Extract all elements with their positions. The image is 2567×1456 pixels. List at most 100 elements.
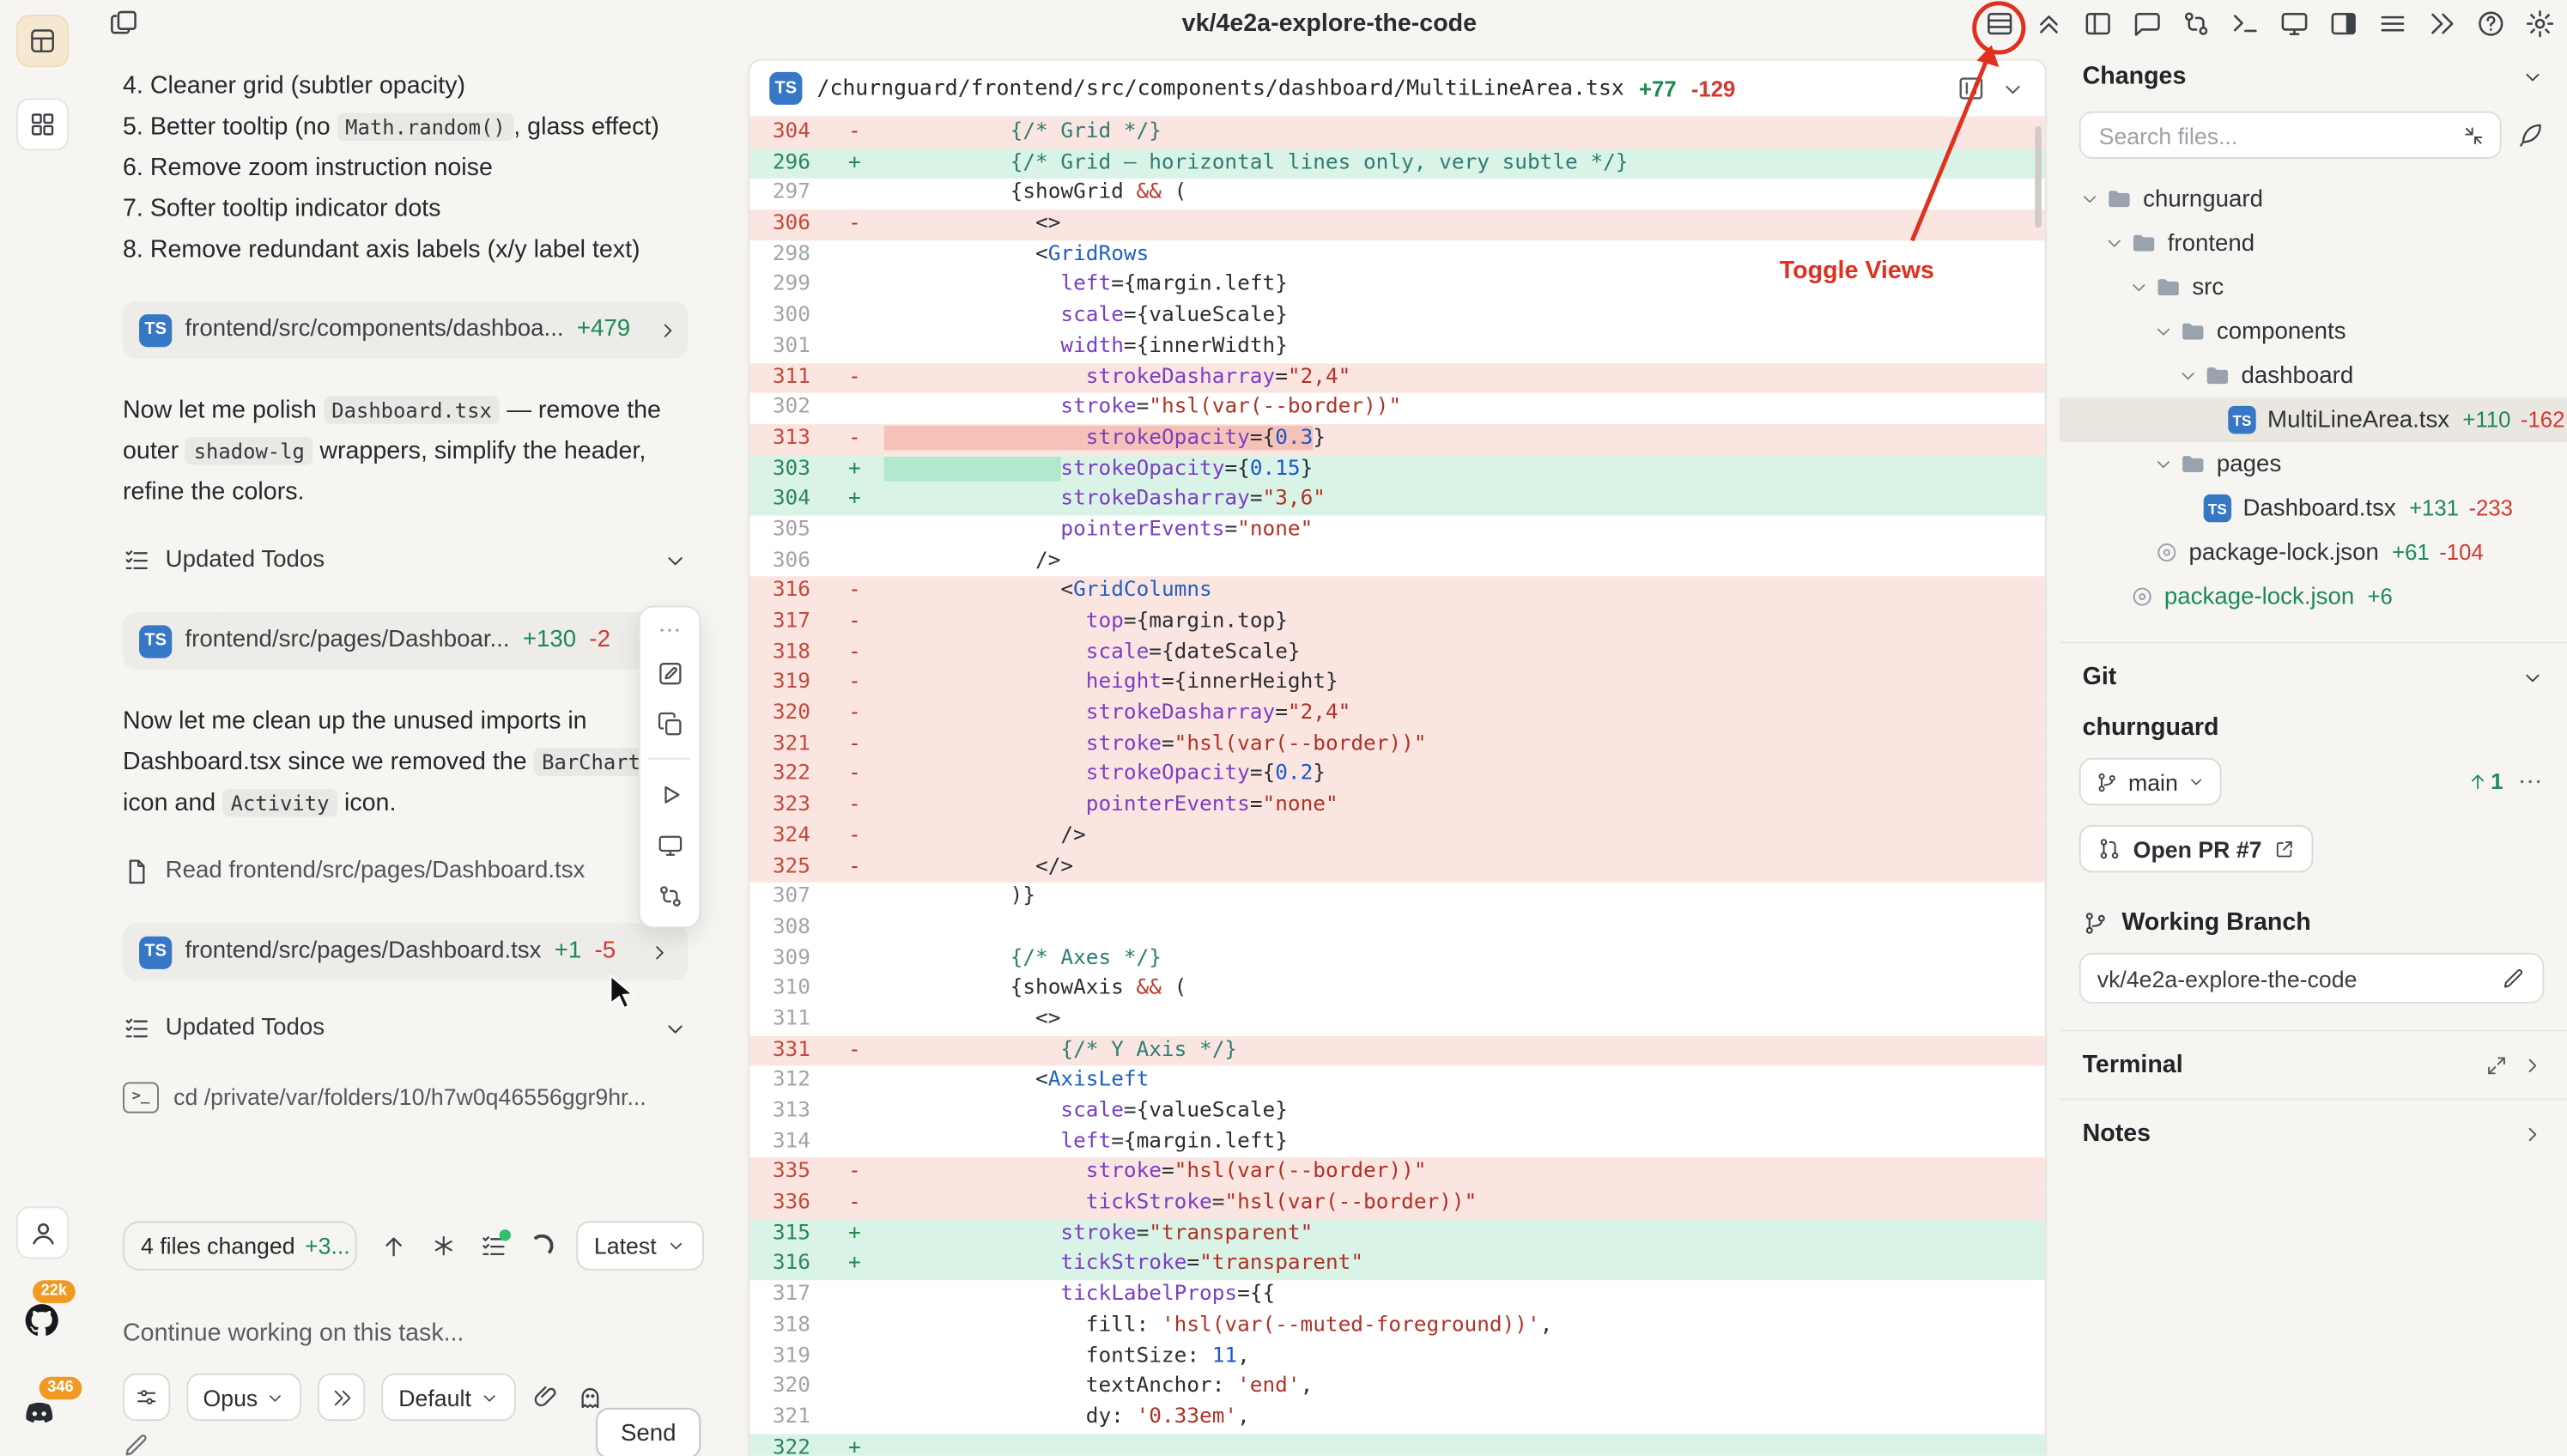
tree-file-package-lock.json[interactable]: package-lock.json+6 <box>2060 574 2567 618</box>
diff-line[interactable]: 304+ strokeDasharray="3,6" <box>749 485 2044 516</box>
forward-icon[interactable] <box>2426 9 2457 39</box>
diff-line[interactable]: 316+ tickStroke="transparent" <box>749 1250 2044 1281</box>
account-button[interactable] <box>16 1206 69 1259</box>
diff-line[interactable]: 317- top={margin.top} <box>749 607 2044 638</box>
tree-folder-pages[interactable]: pages <box>2060 442 2567 486</box>
open-pr-button[interactable]: Open PR #7 <box>2079 825 2313 872</box>
copy-icon[interactable] <box>648 702 691 745</box>
composer-settings-button[interactable] <box>123 1374 170 1421</box>
diff-line[interactable]: 320- strokeDasharray="2,4" <box>749 699 2044 730</box>
diff-line[interactable]: 336- tickStroke="hsl(var(--border))" <box>749 1189 2044 1220</box>
monitor-icon[interactable] <box>2279 9 2309 39</box>
chevron-down-icon[interactable] <box>2521 64 2545 88</box>
expand-icon[interactable] <box>2485 1053 2509 1077</box>
composer-input[interactable]: Continue working on this task... <box>123 1313 704 1354</box>
settings-icon[interactable] <box>2524 9 2555 39</box>
more-icon[interactable] <box>2516 767 2544 795</box>
chevron-right-icon[interactable] <box>2521 1053 2545 1077</box>
help-icon[interactable] <box>2475 9 2506 39</box>
diff-line[interactable]: 322+ <box>749 1434 2044 1456</box>
tree-file-Dashboard.tsx[interactable]: TSDashboard.tsx+131-233 <box>2060 486 2567 530</box>
diff-line[interactable]: 306- <> <box>749 209 2044 240</box>
diff-line[interactable]: 319 fontSize: 11, <box>749 1342 2044 1373</box>
diff-line[interactable]: 325- </> <box>749 852 2044 883</box>
ahead-count[interactable]: 1 <box>2468 769 2503 794</box>
branch-selector[interactable]: main <box>2079 758 2223 805</box>
more-icon[interactable] <box>648 617 691 644</box>
chevron-down-icon[interactable] <box>2000 76 2025 101</box>
diff-line[interactable]: 335- stroke="hsl(var(--border))" <box>749 1158 2044 1189</box>
diff-line[interactable]: 301 width={innerWidth} <box>749 332 2044 363</box>
menu-icon[interactable] <box>2377 9 2408 39</box>
diff-line[interactable]: 323- pointerEvents="none" <box>749 791 2044 822</box>
search-box[interactable] <box>2079 112 2502 159</box>
diff-line[interactable]: 296+ {/* Grid — horizontal lines only, v… <box>749 149 2044 179</box>
terminal-icon[interactable] <box>2230 9 2261 39</box>
pen-icon[interactable] <box>123 1431 150 1456</box>
diff-line[interactable]: 314 left={margin.left} <box>749 1127 2044 1158</box>
file-chip[interactable]: TSfrontend/src/pages/Dashboard.tsx+1-5 <box>123 923 688 980</box>
diff-line[interactable]: 297 {showGrid && ( <box>749 179 2044 210</box>
diff-line[interactable]: 313- strokeOpacity={0.3} <box>749 424 2044 455</box>
diff-line[interactable]: 315+ stroke="transparent" <box>749 1219 2044 1250</box>
diff-line[interactable]: 313 scale={valueScale} <box>749 1097 2044 1128</box>
diff-line[interactable]: 302 stroke="hsl(var(--border))" <box>749 393 2044 424</box>
git-compare-icon[interactable] <box>2181 9 2212 39</box>
collapse-icon[interactable] <box>2462 124 2485 147</box>
diff-line[interactable]: 307 )} <box>749 883 2044 913</box>
diff-line[interactable]: 318 fill: 'hsl(var(--muted-foreground))'… <box>749 1311 2044 1342</box>
up-arrow-icon[interactable] <box>380 1232 408 1259</box>
diff-line[interactable]: 322- strokeOpacity={0.2} <box>749 761 2044 792</box>
diff-line[interactable]: 305 pointerEvents="none" <box>749 516 2044 547</box>
model-dropdown[interactable]: Opus <box>186 1374 301 1421</box>
diff-line[interactable]: 308 <box>749 913 2044 944</box>
tree-folder-components[interactable]: components <box>2060 309 2567 353</box>
chevrons-up-icon[interactable] <box>2033 9 2064 39</box>
tree-folder-src[interactable]: src <box>2060 265 2567 309</box>
diff-line[interactable]: 309 {/* Axes */} <box>749 943 2044 974</box>
file-chip[interactable]: TSfrontend/src/components/dashboa...+479 <box>123 301 688 359</box>
github-icon[interactable] <box>23 1301 61 1339</box>
diff-line[interactable]: 300 scale={valueScale} <box>749 301 2044 332</box>
diff-line[interactable]: 324- /> <box>749 822 2044 852</box>
discord-icon[interactable] <box>20 1395 59 1435</box>
tree-folder-churnguard[interactable]: churnguard <box>2060 177 2567 221</box>
workspace-grid-button[interactable] <box>16 98 69 150</box>
pencil-icon[interactable] <box>2502 966 2527 991</box>
tree-file-package-lock.json[interactable]: package-lock.json+61-104 <box>2060 531 2567 574</box>
diff-line[interactable]: 320 textAnchor: 'end', <box>749 1372 2044 1403</box>
panel-right-icon[interactable] <box>2328 9 2359 39</box>
terminal-item[interactable]: >_cd /private/var/folders/10/h7w0q46556g… <box>123 1077 688 1119</box>
workspace-active-button[interactable] <box>16 15 69 67</box>
rows-icon[interactable] <box>1984 9 2015 39</box>
diff-line[interactable]: 303+ strokeOpacity={0.15} <box>749 454 2044 485</box>
diff-line[interactable]: 306 /> <box>749 546 2044 577</box>
git-compare-icon[interactable] <box>648 874 691 917</box>
tree-folder-dashboard[interactable]: dashboard <box>2060 354 2567 397</box>
diff-line[interactable]: 321- stroke="hsl(var(--border))" <box>749 730 2044 761</box>
tree-file-MultiLineArea.tsx[interactable]: TSMultiLineArea.tsx+110-162 <box>2060 397 2567 441</box>
diff-line[interactable]: 321 dy: '0.33em', <box>749 1403 2044 1434</box>
feather-icon[interactable] <box>2516 121 2544 149</box>
diff-line[interactable]: 311- strokeDasharray="2,4" <box>749 362 2044 393</box>
edit-icon[interactable] <box>648 652 691 695</box>
chevron-right-icon[interactable] <box>2521 1122 2545 1145</box>
diff-line[interactable]: 331- {/* Y Axis */} <box>749 1035 2044 1066</box>
diff-line[interactable]: 319- height={innerHeight} <box>749 669 2044 700</box>
asterisk-icon[interactable] <box>431 1233 458 1259</box>
play-icon[interactable] <box>648 773 691 816</box>
todos-item[interactable]: Updated Todos <box>123 540 688 581</box>
diff-line[interactable]: 311 <> <box>749 1005 2044 1036</box>
file-chip[interactable]: TSfrontend/src/pages/Dashboar...+130-2 <box>123 612 688 670</box>
read-file-item[interactable]: Read frontend/src/pages/Dashboard.tsx <box>123 852 688 893</box>
monitor-icon[interactable] <box>648 823 691 866</box>
diff-line[interactable]: 312 <AxisLeft <box>749 1066 2044 1097</box>
scrollbar[interactable] <box>2035 126 2042 228</box>
working-branch-field[interactable]: vk/4e2a-explore-the-code <box>2079 953 2545 1004</box>
mode-dropdown[interactable]: Default <box>382 1374 515 1421</box>
send-button[interactable]: Send <box>596 1408 701 1456</box>
ghost-icon[interactable] <box>576 1383 604 1410</box>
chevron-down-icon[interactable] <box>663 1016 688 1041</box>
diff-line[interactable]: 318- scale={dateScale} <box>749 638 2044 669</box>
terminal-section-header[interactable]: Terminal <box>2060 1029 2567 1098</box>
